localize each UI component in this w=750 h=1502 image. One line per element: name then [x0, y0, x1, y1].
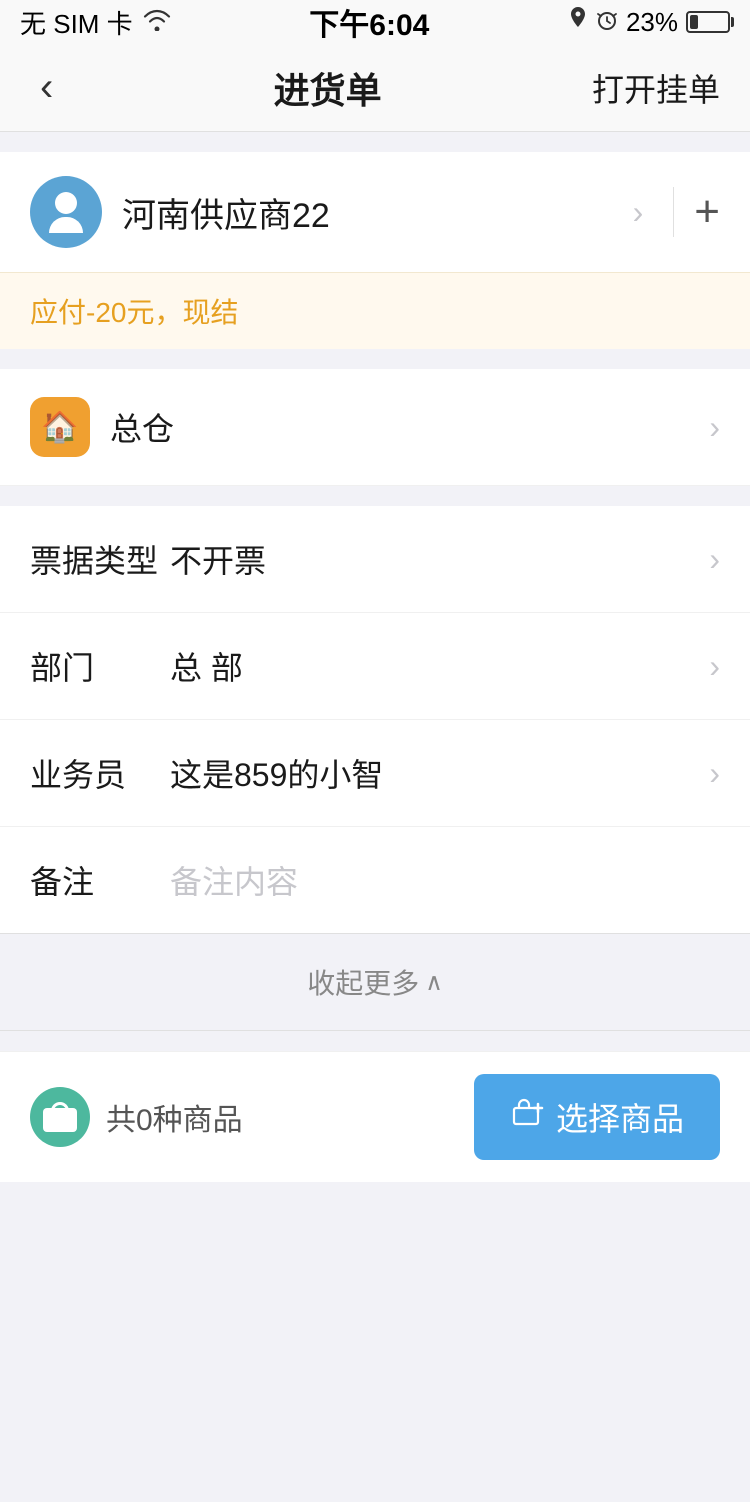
dept-label: 部门	[30, 643, 160, 689]
staff-row[interactable]: 业务员 这是859的小智 ›	[0, 720, 750, 827]
divider-3	[0, 486, 750, 506]
collapse-arrow-icon: ∧	[425, 968, 443, 997]
invoice-row[interactable]: 票据类型 不开票 ›	[0, 506, 750, 613]
invoice-label: 票据类型	[30, 536, 160, 582]
house-icon: 🏠	[41, 410, 78, 445]
warehouse-row[interactable]: 🏠 总仓 ›	[0, 369, 750, 486]
warehouse-chevron-icon: ›	[709, 409, 720, 446]
cart-add-icon	[510, 1098, 546, 1136]
supplier-row[interactable]: 河南供应商22 › +	[0, 152, 750, 272]
supplier-avatar	[30, 176, 102, 248]
add-supplier-button[interactable]: +	[694, 187, 720, 237]
warehouse-label: 总仓	[110, 404, 709, 450]
product-bag-icon	[30, 1087, 90, 1147]
product-count-text: 共0种商品	[106, 1095, 243, 1139]
open-pending-button[interactable]: 打开挂单	[592, 65, 720, 111]
page-title: 进货单	[274, 62, 382, 114]
collapse-label: 收起更多	[307, 962, 419, 1002]
status-left: 无 SIM 卡	[20, 4, 171, 41]
battery-icon	[686, 11, 730, 33]
notice-text: 应付-20元，现结	[30, 297, 238, 328]
remark-row[interactable]: 备注 备注内容	[0, 827, 750, 933]
divider-2	[0, 349, 750, 369]
bag-shape	[43, 1102, 77, 1132]
staff-chevron-icon: ›	[709, 755, 720, 792]
dept-chevron-icon: ›	[709, 648, 720, 685]
avatar-person-icon	[46, 192, 86, 232]
staff-label: 业务员	[30, 750, 160, 796]
location-icon	[568, 7, 588, 38]
status-bar: 无 SIM 卡 下午6:04 23%	[0, 0, 750, 44]
invoice-chevron-icon: ›	[709, 541, 720, 578]
product-count-area: 共0种商品	[30, 1087, 243, 1147]
nav-bar: ‹ 进货单 打开挂单	[0, 44, 750, 132]
invoice-value: 不开票	[170, 536, 709, 582]
collapse-row[interactable]: 收起更多 ∧	[0, 933, 750, 1031]
divider	[673, 187, 674, 237]
carrier-text: 无 SIM 卡	[20, 4, 133, 41]
warehouse-icon-bg: 🏠	[30, 397, 90, 457]
dept-value: 总 部	[170, 643, 709, 689]
status-right: 23%	[568, 7, 730, 38]
form-section: 票据类型 不开票 › 部门 总 部 › 业务员 这是859的小智 › 备注 备注…	[0, 506, 750, 933]
supplier-chevron-icon: ›	[633, 194, 644, 231]
back-button[interactable]: ‹	[30, 55, 63, 120]
supplier-card: 河南供应商22 › + 应付-20元，现结	[0, 152, 750, 349]
dept-row[interactable]: 部门 总 部 ›	[0, 613, 750, 720]
supplier-name: 河南供应商22	[122, 188, 633, 237]
wifi-icon	[143, 7, 171, 38]
empty-area	[0, 1182, 750, 1502]
staff-value: 这是859的小智	[170, 750, 709, 796]
bottom-bar: 共0种商品 选择商品	[0, 1051, 750, 1182]
battery-percentage: 23%	[626, 7, 678, 38]
remark-input[interactable]: 备注内容	[170, 857, 720, 903]
select-btn-label: 选择商品	[556, 1094, 684, 1140]
alarm-icon	[596, 7, 618, 38]
remark-label: 备注	[30, 857, 160, 903]
select-product-button[interactable]: 选择商品	[474, 1074, 720, 1160]
top-divider	[0, 132, 750, 152]
status-time: 下午6:04	[309, 0, 429, 44]
notice-bar: 应付-20元，现结	[0, 272, 750, 349]
